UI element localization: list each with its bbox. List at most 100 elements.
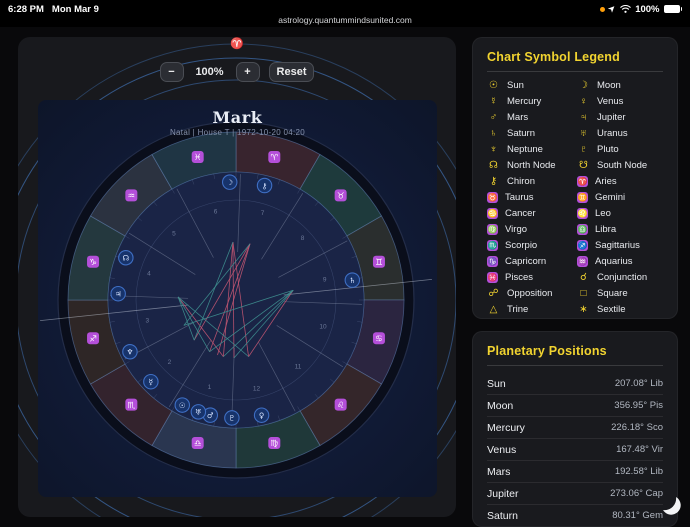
legend-label: Uranus bbox=[597, 127, 628, 139]
house-number: 5 bbox=[172, 230, 176, 237]
zoom-out-button[interactable]: − bbox=[159, 62, 184, 82]
opposition-icon: ☍ bbox=[488, 287, 499, 299]
dark-mode-moon-button[interactable] bbox=[662, 496, 682, 518]
legend-item-sun: ☉ Sun bbox=[487, 79, 573, 92]
legend-label: Conjunction bbox=[597, 271, 648, 283]
body-position: 192.58° Lib bbox=[614, 466, 663, 477]
divider bbox=[487, 365, 663, 366]
sun-icon: ☉ bbox=[179, 401, 186, 410]
zoom-level: 100% bbox=[195, 66, 224, 78]
jupiter-icon: ♃ bbox=[115, 290, 122, 299]
legend-label: Aries bbox=[595, 175, 617, 187]
aquarius-icon: ♒ bbox=[577, 255, 588, 267]
trine-icon: △ bbox=[489, 303, 498, 315]
legend-item-virgo: ♍ Virgo bbox=[487, 223, 573, 236]
planet-north-node[interactable]: ☊ bbox=[118, 249, 134, 266]
battery-percent: 100% bbox=[635, 3, 660, 15]
aries-top-marker-icon: ♈ bbox=[230, 38, 244, 50]
north-node-icon: ☊ bbox=[489, 159, 498, 171]
planet-mercury[interactable]: ☿ bbox=[143, 373, 159, 390]
planet-chiron[interactable]: ⚷ bbox=[256, 177, 273, 194]
legend-label: Taurus bbox=[505, 191, 534, 203]
position-row-jupiter: Jupiter 273.06° Cap bbox=[487, 483, 663, 505]
wifi-icon bbox=[620, 5, 632, 13]
legend-grid: ☉ Sun ☽ Moon ☿ Mercury ♀ Venus ♂ Mars ♃ Jupiter ♄ Sat… bbox=[487, 79, 663, 315]
status-and-url-bar: 6:28 PM Mon Mar 9 ➤ 100% astrology.quant… bbox=[0, 0, 690, 27]
cancer-icon: ♋ bbox=[375, 335, 383, 345]
house-number: 9 bbox=[323, 277, 327, 284]
legend-label: Sextile bbox=[597, 303, 626, 315]
chart-canvas[interactable]: Mark Natal | House T | 1972-10-20 04:20 … bbox=[38, 100, 437, 497]
legend-label: Virgo bbox=[505, 223, 528, 235]
reset-button[interactable]: Reset bbox=[268, 62, 315, 82]
position-row-venus: Venus 167.48° Vir bbox=[487, 439, 663, 461]
privacy-indicator-icon bbox=[600, 6, 606, 12]
mars-icon: ♂ bbox=[207, 411, 214, 420]
body-position: 273.06° Cap bbox=[610, 488, 663, 499]
scorpio-icon: ♏ bbox=[487, 239, 498, 251]
house-number: 6 bbox=[214, 208, 218, 215]
neptune-icon: ♆ bbox=[127, 348, 134, 357]
body-position: 356.95° Pis bbox=[614, 400, 663, 411]
legend-label: Aquarius bbox=[595, 255, 633, 267]
zoom-in-button[interactable]: + bbox=[235, 62, 260, 82]
legend-item-pluto: ♇ Pluto bbox=[577, 143, 663, 156]
planet-pluto[interactable]: ♇ bbox=[224, 410, 240, 426]
scorpio-icon: ♏ bbox=[128, 401, 136, 411]
legend-item-venus: ♀ Venus bbox=[577, 95, 663, 108]
divider bbox=[487, 71, 663, 72]
legend-label: Jupiter bbox=[597, 111, 626, 123]
house-number: 11 bbox=[295, 364, 302, 371]
legend-label: Sun bbox=[507, 79, 524, 91]
gemini-icon: ♊ bbox=[375, 258, 383, 268]
natal-wheel[interactable]: ♈♉♊♋♌♍♎♏♐♑♒♓123456 789101112☽ ⚷♄♀♇♂♅☉☿♆♃☊ bbox=[38, 100, 437, 497]
legend-item-mercury: ☿ Mercury bbox=[487, 95, 573, 108]
url-bar[interactable]: astrology.quantummindsunited.com bbox=[0, 14, 690, 27]
square-icon: □ bbox=[580, 287, 587, 299]
house-number: 3 bbox=[146, 317, 150, 324]
position-row-mercury: Mercury 226.18° Sco bbox=[487, 417, 663, 439]
legend-item-uranus: ♅ Uranus bbox=[577, 127, 663, 140]
gemini-icon: ♊ bbox=[577, 191, 588, 203]
planet-sun[interactable]: ☉ bbox=[174, 397, 191, 413]
body-position: 226.18° Sco bbox=[611, 422, 663, 433]
legend-item-sagittarius: ♐ Sagittarius bbox=[577, 239, 663, 252]
body-position: 207.08° Lib bbox=[614, 378, 663, 389]
chart-card: ♈ − 100% + Reset Mark Natal | House T | … bbox=[18, 37, 456, 517]
planet-moon[interactable]: ☽ bbox=[221, 174, 238, 190]
legend-label: Pisces bbox=[505, 271, 533, 283]
legend-item-taurus: ♉ Taurus bbox=[487, 191, 573, 204]
legend-label: Trine bbox=[507, 303, 529, 315]
mars-icon: ♂ bbox=[489, 111, 498, 123]
planet-uranus[interactable]: ♅ bbox=[190, 404, 207, 420]
house-number: 1 bbox=[208, 384, 212, 391]
leo-icon: ♌ bbox=[577, 207, 588, 219]
sextile-icon: ∗ bbox=[579, 303, 588, 315]
planet-venus[interactable]: ♀ bbox=[253, 407, 270, 423]
body-name: Jupiter bbox=[487, 487, 519, 500]
legend-item-gemini: ♊ Gemini bbox=[577, 191, 663, 204]
position-row-sun: Sun 207.08° Lib bbox=[487, 373, 663, 395]
legend-item-libra: ♎ Libra bbox=[577, 223, 663, 236]
taurus-icon: ♉ bbox=[487, 191, 498, 203]
houses-disk bbox=[107, 171, 365, 429]
house-number: 12 bbox=[253, 386, 261, 393]
legend-label: Saturn bbox=[507, 127, 535, 139]
moon-icon: ☽ bbox=[579, 79, 588, 91]
planetary-positions-panel: Planetary Positions Sun 207.08° Lib Moon 35… bbox=[472, 331, 678, 527]
saturn-icon: ♄ bbox=[489, 127, 498, 139]
legend-label: North Node bbox=[507, 159, 556, 171]
body-name: Mars bbox=[487, 465, 511, 478]
legend-item-leo: ♌ Leo bbox=[577, 207, 663, 220]
url-text[interactable]: astrology.quantummindsunited.com bbox=[278, 15, 412, 25]
planet-saturn[interactable]: ♄ bbox=[344, 272, 361, 288]
legend-item-aries: ♈ Aries bbox=[577, 175, 663, 188]
legend-label: Moon bbox=[597, 79, 621, 91]
planet-jupiter[interactable]: ♃ bbox=[110, 285, 126, 302]
libra-icon: ♎ bbox=[577, 223, 588, 235]
body-name: Venus bbox=[487, 443, 517, 456]
house-number: 7 bbox=[261, 210, 265, 217]
legend-label: Mercury bbox=[507, 95, 542, 107]
legend-label: Chiron bbox=[507, 175, 535, 187]
planet-neptune[interactable]: ♆ bbox=[122, 343, 138, 360]
